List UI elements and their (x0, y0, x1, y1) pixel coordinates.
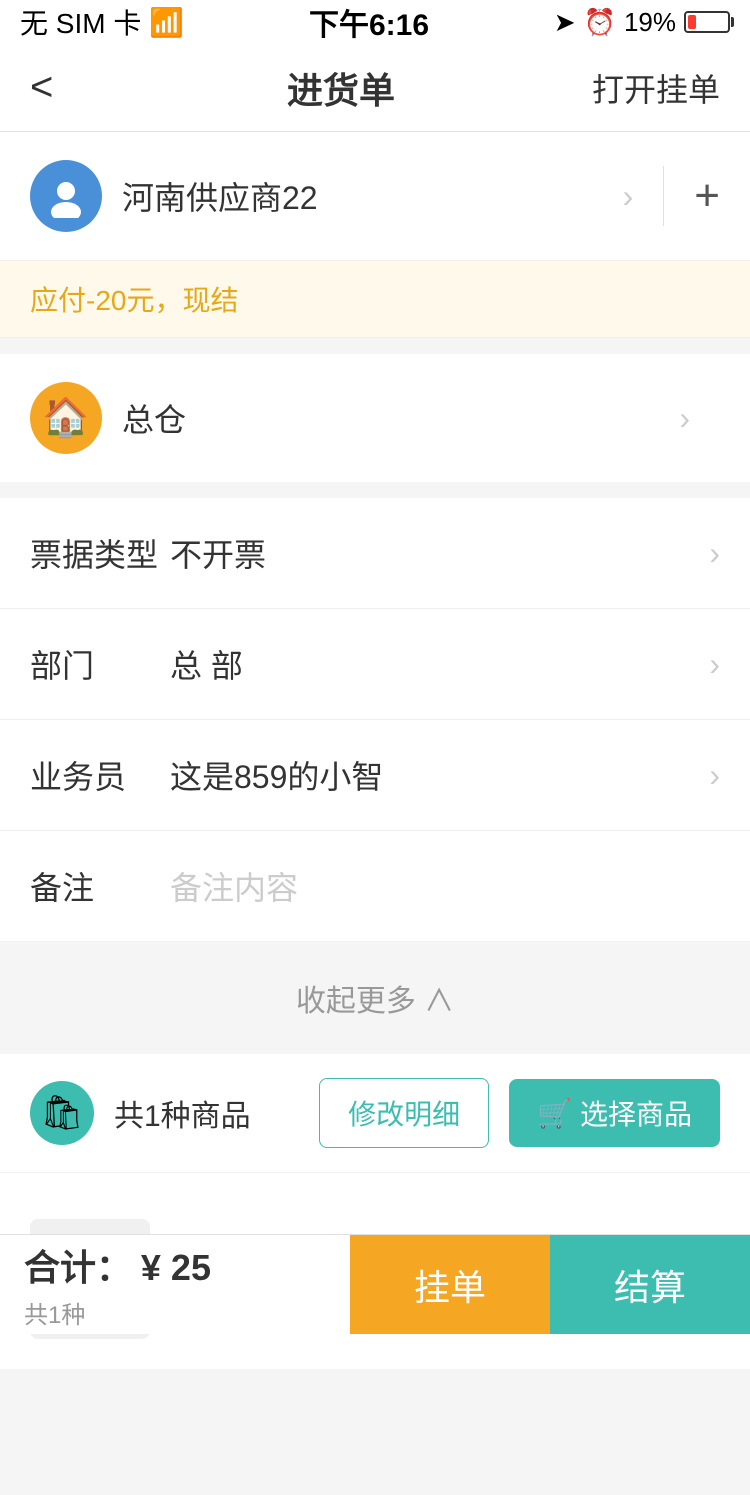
products-header: 🛍 共1种商品 修改明细 🛒 选择商品 (0, 1054, 750, 1173)
battery-icon (684, 11, 730, 33)
bottom-bar: 合计： ¥ 25 共1种 挂单 结算 (0, 1234, 750, 1334)
warehouse-chevron-icon: › (679, 400, 690, 437)
back-button[interactable]: < (30, 65, 90, 110)
supplier-name: 河南供应商22 (122, 173, 623, 219)
form-section: 票据类型 不开票 › 部门 总 部 › 业务员 这是859的小智 › 备注 备注… (0, 498, 750, 942)
supplier-avatar (30, 160, 102, 232)
divider (663, 166, 664, 226)
add-button[interactable]: + (694, 171, 720, 221)
remark-label: 备注 (30, 863, 170, 909)
avatar-icon (44, 174, 88, 218)
location-icon: ➤ (554, 7, 576, 38)
status-time: 下午6:16 (309, 0, 429, 44)
invoice-row[interactable]: 票据类型 不开票 › (0, 498, 750, 609)
warehouse-icon: 🏠 (30, 382, 102, 454)
cart-icon: 🛒 (537, 1097, 572, 1130)
alarm-icon: ⏰ (584, 7, 616, 38)
status-left: 无 SIM 卡 📶 (20, 2, 184, 42)
settle-label: 结算 (614, 1259, 686, 1311)
notice-text: 应付-20元，现结 (30, 285, 238, 316)
collapse-bar[interactable]: 收起更多 ∧ (0, 958, 750, 1038)
invoice-chevron-icon: › (709, 535, 720, 572)
bottom-total: 合计： ¥ 25 共1种 (0, 1235, 350, 1334)
carrier-label: 无 SIM 卡 (20, 2, 141, 42)
salesman-label: 业务员 (30, 752, 170, 798)
department-row[interactable]: 部门 总 部 › (0, 609, 750, 720)
select-product-label: 选择商品 (580, 1093, 692, 1133)
status-right: ➤ ⏰ 19% (554, 7, 730, 38)
total-amount: ¥ 25 (141, 1247, 211, 1288)
hang-label: 挂单 (414, 1259, 486, 1311)
products-count: 共1种商品 (114, 1091, 299, 1135)
battery-percent: 19% (624, 7, 676, 38)
remark-row[interactable]: 备注 备注内容 (0, 831, 750, 942)
collapse-label: 收起更多 ∧ (296, 976, 454, 1020)
nav-bar: < 进货单 打开挂单 (0, 44, 750, 132)
open-hang-button[interactable]: 打开挂单 (592, 65, 720, 111)
supplier-chevron-icon: › (623, 178, 634, 215)
department-value: 总 部 (170, 641, 709, 687)
status-bar: 无 SIM 卡 📶 下午6:16 ➤ ⏰ 19% (0, 0, 750, 44)
edit-detail-button[interactable]: 修改明细 (319, 1078, 489, 1148)
total-count: 共1种 (24, 1295, 326, 1330)
total-amount-row: 合计： ¥ 25 (24, 1239, 326, 1291)
department-label: 部门 (30, 641, 170, 687)
warehouse-row[interactable]: 🏠 总仓 › (0, 354, 750, 482)
settle-button[interactable]: 结算 (550, 1235, 750, 1334)
page-title: 进货单 (287, 62, 395, 114)
hang-button[interactable]: 挂单 (350, 1235, 550, 1334)
shopping-icon: 🛍 (40, 1093, 83, 1133)
notice-bar: 应付-20元，现结 (0, 261, 750, 338)
warehouse-home-icon: 🏠 (42, 396, 89, 440)
select-product-button[interactable]: 🛒 选择商品 (509, 1079, 720, 1147)
salesman-chevron-icon: › (709, 757, 720, 794)
products-icon: 🛍 (30, 1081, 94, 1145)
invoice-value: 不开票 (170, 530, 709, 576)
warehouse-section: 🏠 总仓 › (0, 354, 750, 482)
wifi-icon: 📶 (149, 6, 184, 39)
remark-input[interactable]: 备注内容 (170, 863, 720, 909)
supplier-section: 河南供应商22 › + 应付-20元，现结 (0, 132, 750, 338)
invoice-label: 票据类型 (30, 530, 170, 576)
salesman-row[interactable]: 业务员 这是859的小智 › (0, 720, 750, 831)
warehouse-name: 总仓 (122, 395, 679, 441)
supplier-row[interactable]: 河南供应商22 › + (0, 132, 750, 261)
salesman-value: 这是859的小智 (170, 752, 709, 798)
department-chevron-icon: › (709, 646, 720, 683)
total-label: 合计： (24, 1247, 132, 1288)
